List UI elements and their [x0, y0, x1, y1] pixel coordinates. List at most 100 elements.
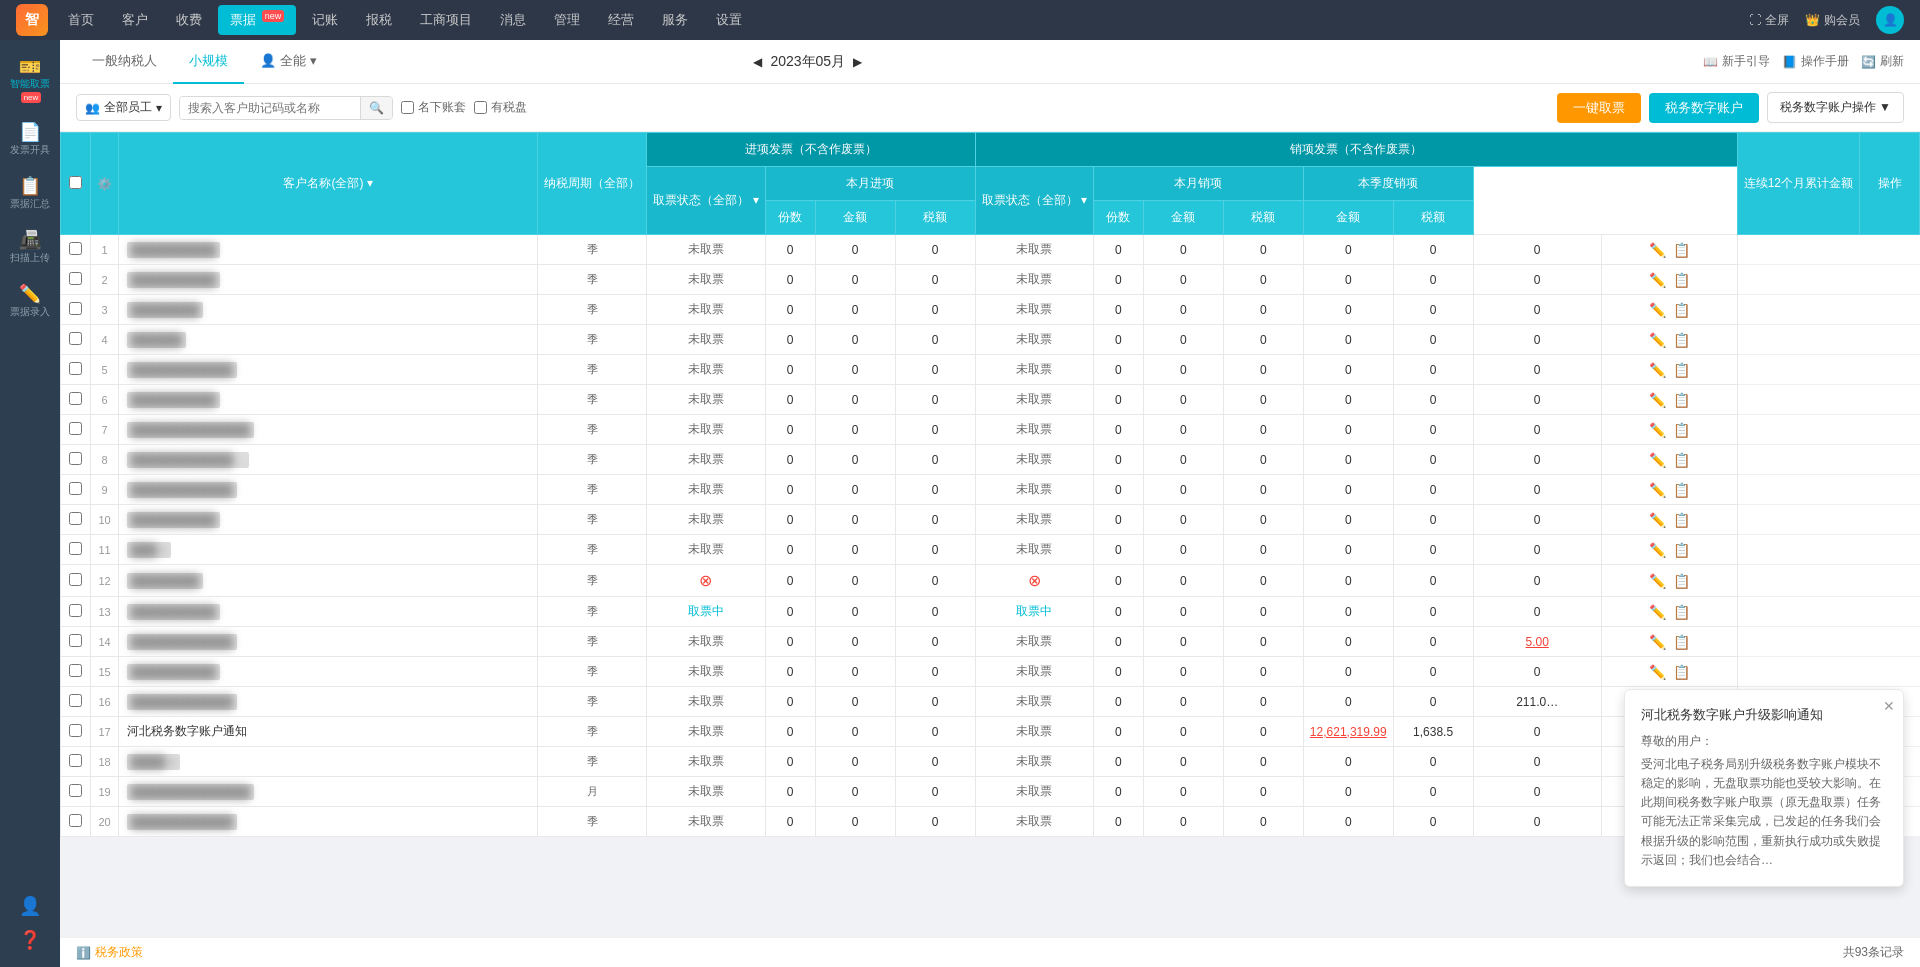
- customer-name-cell[interactable]: ████ ●: [119, 747, 538, 777]
- row-select[interactable]: [69, 754, 82, 767]
- row-checkbox[interactable]: [61, 747, 91, 777]
- edit-action-icon[interactable]: ✏️: [1649, 482, 1666, 498]
- sidebar-item-invoice-summary[interactable]: 📋 票据汇总: [2, 169, 58, 219]
- copy-action-icon[interactable]: 📋: [1673, 604, 1690, 620]
- tab-general-taxpayer[interactable]: 一般纳税人: [76, 40, 173, 84]
- nav-item-commerce[interactable]: 工商项目: [408, 5, 484, 35]
- copy-action-icon[interactable]: 📋: [1673, 272, 1690, 288]
- row-checkbox[interactable]: [61, 325, 91, 355]
- row-checkbox[interactable]: [61, 777, 91, 807]
- digital-account-ops-button[interactable]: 税务数字账户操作 ▼: [1767, 92, 1904, 123]
- nav-item-invoices[interactable]: 票据 new: [218, 5, 296, 35]
- tax-policy-link[interactable]: 税务政策: [95, 944, 143, 961]
- customer-name-cell[interactable]: ████████: [119, 295, 538, 325]
- copy-action-icon[interactable]: 📋: [1673, 512, 1690, 528]
- edit-action-icon[interactable]: ✏️: [1649, 392, 1666, 408]
- name-accounts-checkbox[interactable]: 名下账套: [401, 99, 466, 116]
- customer-name-cell[interactable]: ████████: [119, 565, 538, 597]
- nav-item-service[interactable]: 服务: [650, 5, 700, 35]
- row-select[interactable]: [69, 242, 82, 255]
- sidebar-item-help[interactable]: ❓: [2, 923, 58, 957]
- select-all-checkbox[interactable]: [69, 176, 82, 189]
- one-click-fetch-button[interactable]: 一键取票: [1557, 93, 1641, 123]
- customer-name-cell[interactable]: ██████████████: [119, 415, 538, 445]
- edit-action-icon[interactable]: ✏️: [1649, 422, 1666, 438]
- customer-name-cell[interactable]: ███ e: [119, 535, 538, 565]
- customer-name-cell[interactable]: ████████████: [119, 355, 538, 385]
- row-select[interactable]: [69, 694, 82, 707]
- customer-name-cell[interactable]: ████████████: [119, 475, 538, 505]
- row-select[interactable]: [69, 452, 82, 465]
- row-checkbox[interactable]: [61, 475, 91, 505]
- row-checkbox[interactable]: [61, 385, 91, 415]
- employee-select[interactable]: 👥 全部员工 ▾: [76, 94, 171, 121]
- row-select[interactable]: [69, 604, 82, 617]
- row-checkbox[interactable]: [61, 265, 91, 295]
- edit-action-icon[interactable]: ✏️: [1649, 272, 1666, 288]
- has-taxbox-checkbox[interactable]: 有税盘: [474, 99, 527, 116]
- manual-button[interactable]: 📘 操作手册: [1782, 53, 1849, 70]
- name-accounts-input[interactable]: [401, 101, 414, 114]
- copy-action-icon[interactable]: 📋: [1673, 392, 1690, 408]
- nav-item-admin[interactable]: 管理: [542, 5, 592, 35]
- edit-action-icon[interactable]: ✏️: [1649, 634, 1666, 650]
- search-button[interactable]: 🔍: [360, 97, 392, 119]
- row-checkbox[interactable]: [61, 717, 91, 747]
- row-checkbox[interactable]: [61, 687, 91, 717]
- edit-action-icon[interactable]: ✏️: [1649, 542, 1666, 558]
- copy-action-icon[interactable]: 📋: [1673, 332, 1690, 348]
- copy-action-icon[interactable]: 📋: [1673, 542, 1690, 558]
- input-fetch-status-header[interactable]: 取票状态（全部） ▾: [647, 167, 765, 235]
- row-checkbox[interactable]: [61, 415, 91, 445]
- row-select[interactable]: [69, 634, 82, 647]
- nav-item-billing[interactable]: 收费: [164, 5, 214, 35]
- row-select[interactable]: [69, 272, 82, 285]
- customer-name-cell[interactable]: ████████████: [119, 627, 538, 657]
- member-button[interactable]: 👑 购会员: [1805, 12, 1860, 29]
- copy-action-icon[interactable]: 📋: [1673, 362, 1690, 378]
- row-select[interactable]: [69, 332, 82, 345]
- copy-action-icon[interactable]: 📋: [1673, 242, 1690, 258]
- row-checkbox[interactable]: [61, 535, 91, 565]
- customer-name-cell[interactable]: ████████████…: [119, 445, 538, 475]
- prev-month-button[interactable]: ◀: [753, 55, 762, 69]
- row-checkbox[interactable]: [61, 627, 91, 657]
- edit-action-icon[interactable]: ✏️: [1649, 512, 1666, 528]
- edit-action-icon[interactable]: ✏️: [1649, 452, 1666, 468]
- output-fetch-status-header[interactable]: 取票状态（全部） ▾: [975, 167, 1093, 235]
- row-select[interactable]: [69, 302, 82, 315]
- row-select[interactable]: [69, 784, 82, 797]
- edit-action-icon[interactable]: ✏️: [1649, 332, 1666, 348]
- has-taxbox-input[interactable]: [474, 101, 487, 114]
- nav-item-accounting[interactable]: 记账: [300, 5, 350, 35]
- sidebar-item-invoice-open[interactable]: 📄 发票开具: [2, 115, 58, 165]
- customer-name-cell[interactable]: ██████████: [119, 657, 538, 687]
- row-select[interactable]: [69, 512, 82, 525]
- copy-action-icon[interactable]: 📋: [1673, 634, 1690, 650]
- customer-name-cell[interactable]: 河北税务数字账户通知: [119, 717, 538, 747]
- notification-close-button[interactable]: ✕: [1883, 698, 1895, 714]
- customer-name-cell[interactable]: ██████████: [119, 235, 538, 265]
- next-month-button[interactable]: ▶: [853, 55, 862, 69]
- edit-action-icon[interactable]: ✏️: [1649, 362, 1666, 378]
- nav-item-settings[interactable]: 设置: [704, 5, 754, 35]
- row-checkbox[interactable]: [61, 505, 91, 535]
- row-select[interactable]: [69, 814, 82, 827]
- customer-name-cell[interactable]: ██████████: [119, 385, 538, 415]
- row-checkbox[interactable]: [61, 597, 91, 627]
- edit-action-icon[interactable]: ✏️: [1649, 242, 1666, 258]
- row-checkbox[interactable]: [61, 295, 91, 325]
- edit-action-icon[interactable]: ✏️: [1649, 302, 1666, 318]
- customer-name-cell[interactable]: ████████████: [119, 687, 538, 717]
- user-avatar[interactable]: 👤: [1876, 6, 1904, 34]
- sidebar-item-ticket-entry[interactable]: ✏️ 票据录入: [2, 277, 58, 327]
- row-select[interactable]: [69, 392, 82, 405]
- digital-account-button[interactable]: 税务数字账户: [1649, 93, 1759, 123]
- row-checkbox[interactable]: [61, 355, 91, 385]
- nav-item-tax[interactable]: 报税: [354, 5, 404, 35]
- tab-small-scale[interactable]: 小规模: [173, 40, 244, 84]
- edit-action-icon[interactable]: ✏️: [1649, 604, 1666, 620]
- row-select[interactable]: [69, 482, 82, 495]
- customer-name-header[interactable]: 客户名称(全部) ▾: [119, 133, 538, 235]
- customer-name-cell[interactable]: ██████: [119, 325, 538, 355]
